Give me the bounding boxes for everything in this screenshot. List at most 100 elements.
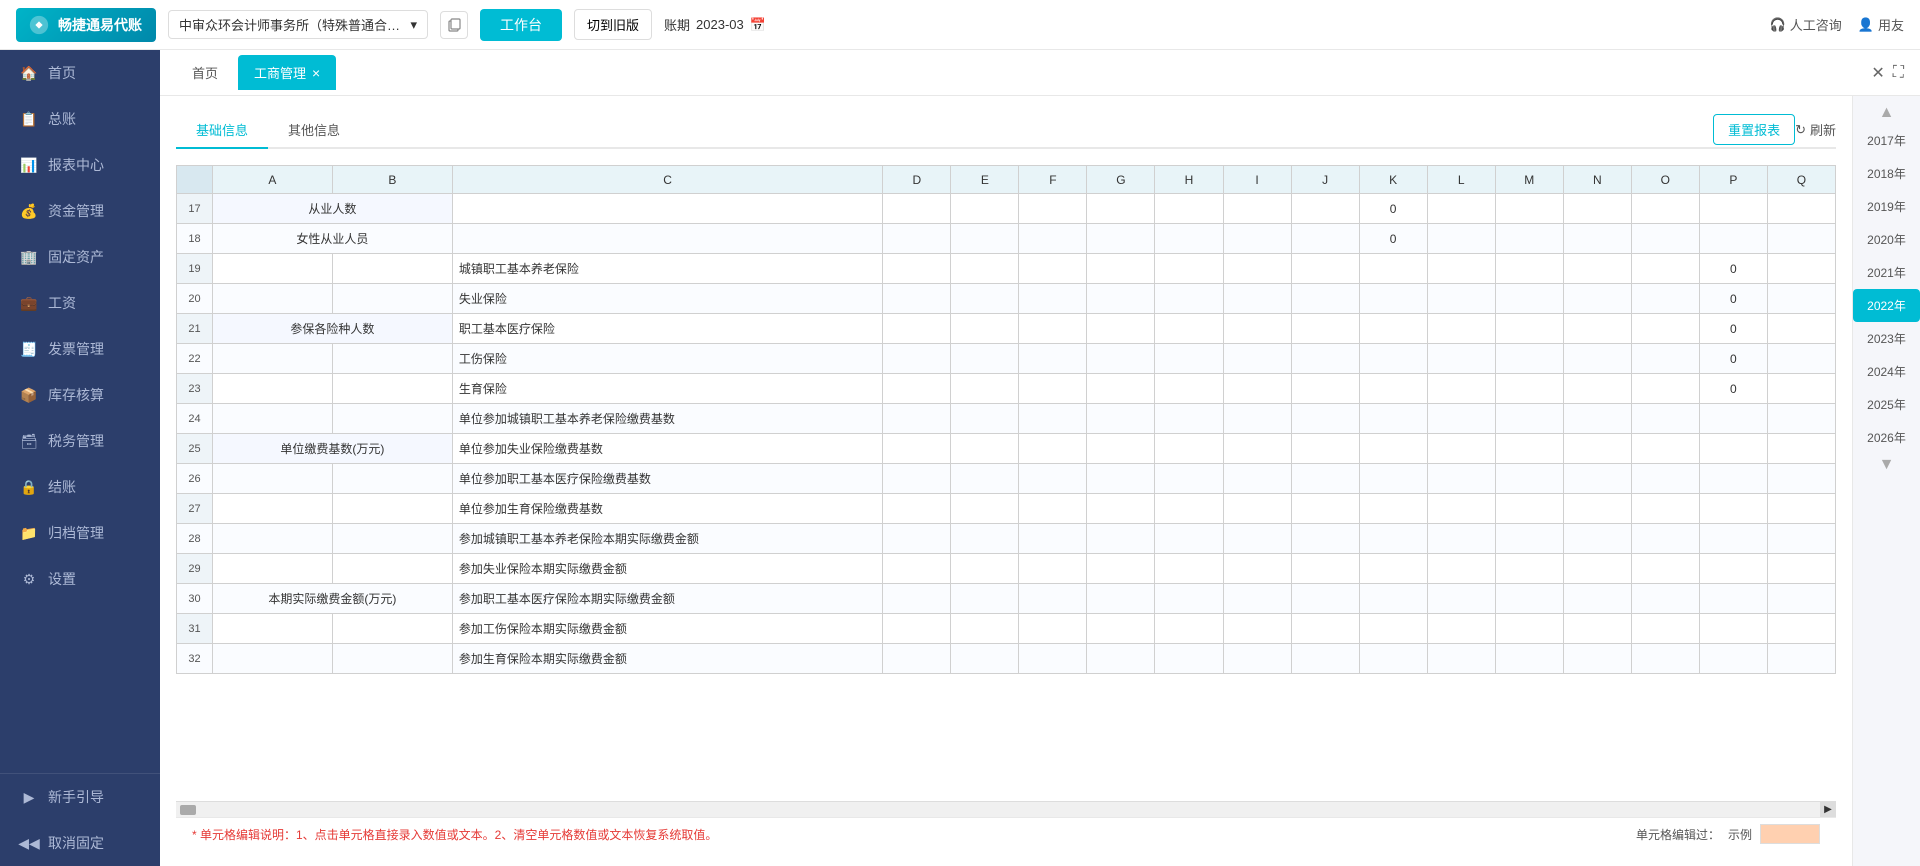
cell-31-o[interactable]: [1631, 614, 1699, 644]
cell-17-f[interactable]: [1019, 194, 1087, 224]
cell-21-i[interactable]: [1223, 314, 1291, 344]
cell-26-l[interactable]: [1427, 464, 1495, 494]
cell-17-j[interactable]: [1291, 194, 1359, 224]
cell-28-n[interactable]: [1563, 524, 1631, 554]
cell-26-n[interactable]: [1563, 464, 1631, 494]
cell-21-q[interactable]: [1767, 314, 1835, 344]
switch-version-button[interactable]: 切到旧版: [574, 9, 652, 40]
user-button[interactable]: 👤 用友: [1858, 15, 1904, 34]
cell-24-f[interactable]: [1019, 404, 1087, 434]
cell-25-l[interactable]: [1427, 434, 1495, 464]
cell-24-q[interactable]: [1767, 404, 1835, 434]
cell-18-o[interactable]: [1631, 224, 1699, 254]
cell-19-b[interactable]: [332, 254, 452, 284]
cell-31-n[interactable]: [1563, 614, 1631, 644]
cell-17-l[interactable]: [1427, 194, 1495, 224]
cell-20-l[interactable]: [1427, 284, 1495, 314]
year-item-2019[interactable]: 2019年: [1853, 190, 1920, 223]
cell-17-q[interactable]: [1767, 194, 1835, 224]
tab-action-close[interactable]: ✕: [1871, 63, 1884, 83]
cell-28-k[interactable]: [1359, 524, 1427, 554]
cell-30-e[interactable]: [951, 584, 1019, 614]
cell-31-c[interactable]: 参加工伤保险本期实际缴费金额: [452, 614, 882, 644]
cell-19-g[interactable]: [1087, 254, 1155, 284]
cell-31-p[interactable]: [1699, 614, 1767, 644]
cell-29-f[interactable]: [1019, 554, 1087, 584]
cell-20-j[interactable]: [1291, 284, 1359, 314]
cell-25-i[interactable]: [1223, 434, 1291, 464]
sidebar-item-assets[interactable]: 🏢 固定资产: [0, 234, 160, 280]
cell-21-m[interactable]: [1495, 314, 1563, 344]
cell-25-c[interactable]: 单位参加失业保险缴费基数: [452, 434, 882, 464]
cell-21-j[interactable]: [1291, 314, 1359, 344]
cell-30-g[interactable]: [1087, 584, 1155, 614]
year-item-2020[interactable]: 2020年: [1853, 223, 1920, 256]
sidebar-item-invoice[interactable]: 🧾 发票管理: [0, 326, 160, 372]
cell-32-n[interactable]: [1563, 644, 1631, 674]
cell-23-l[interactable]: [1427, 374, 1495, 404]
cell-29-k[interactable]: [1359, 554, 1427, 584]
sidebar-item-tax[interactable]: 🗃 税务管理: [0, 418, 160, 464]
cell-22-m[interactable]: [1495, 344, 1563, 374]
cell-24-a[interactable]: [213, 404, 333, 434]
cell-32-l[interactable]: [1427, 644, 1495, 674]
cell-31-e[interactable]: [951, 614, 1019, 644]
cell-24-k[interactable]: [1359, 404, 1427, 434]
cell-24-h[interactable]: [1155, 404, 1223, 434]
cell-23-n[interactable]: [1563, 374, 1631, 404]
cell-25-o[interactable]: [1631, 434, 1699, 464]
cell-25-j[interactable]: [1291, 434, 1359, 464]
cell-24-g[interactable]: [1087, 404, 1155, 434]
cell-27-l[interactable]: [1427, 494, 1495, 524]
cell-26-g[interactable]: [1087, 464, 1155, 494]
cell-23-b[interactable]: [332, 374, 452, 404]
cell-21-e[interactable]: [951, 314, 1019, 344]
cell-32-b[interactable]: [332, 644, 452, 674]
cell-25-k[interactable]: [1359, 434, 1427, 464]
cell-28-f[interactable]: [1019, 524, 1087, 554]
cell-27-f[interactable]: [1019, 494, 1087, 524]
cell-25-a[interactable]: 单位缴费基数(万元): [213, 434, 453, 464]
cell-18-g[interactable]: [1087, 224, 1155, 254]
cell-22-o[interactable]: [1631, 344, 1699, 374]
cell-20-f[interactable]: [1019, 284, 1087, 314]
cell-24-e[interactable]: [951, 404, 1019, 434]
sub-tab-other[interactable]: 其他信息: [268, 112, 360, 149]
cell-32-j[interactable]: [1291, 644, 1359, 674]
cell-22-b[interactable]: [332, 344, 452, 374]
cell-20-m[interactable]: [1495, 284, 1563, 314]
cell-28-g[interactable]: [1087, 524, 1155, 554]
cell-23-q[interactable]: [1767, 374, 1835, 404]
cell-18-m[interactable]: [1495, 224, 1563, 254]
cell-20-q[interactable]: [1767, 284, 1835, 314]
cell-17-c[interactable]: [452, 194, 882, 224]
cell-24-j[interactable]: [1291, 404, 1359, 434]
cell-25-h[interactable]: [1155, 434, 1223, 464]
cell-31-j[interactable]: [1291, 614, 1359, 644]
cell-30-a[interactable]: 本期实际缴费金额(万元): [213, 584, 453, 614]
reset-report-button[interactable]: 重置报表: [1713, 114, 1795, 145]
cell-19-i[interactable]: [1223, 254, 1291, 284]
copy-button[interactable]: [440, 11, 468, 39]
cell-22-j[interactable]: [1291, 344, 1359, 374]
cell-30-q[interactable]: [1767, 584, 1835, 614]
cell-28-l[interactable]: [1427, 524, 1495, 554]
cell-31-b[interactable]: [332, 614, 452, 644]
cell-27-q[interactable]: [1767, 494, 1835, 524]
cell-29-o[interactable]: [1631, 554, 1699, 584]
cell-31-l[interactable]: [1427, 614, 1495, 644]
cell-28-c[interactable]: 参加城镇职工基本养老保险本期实际缴费金额: [452, 524, 882, 554]
cell-21-k[interactable]: [1359, 314, 1427, 344]
year-item-2018[interactable]: 2018年: [1853, 157, 1920, 190]
cell-31-f[interactable]: [1019, 614, 1087, 644]
cell-23-m[interactable]: [1495, 374, 1563, 404]
cell-21-g[interactable]: [1087, 314, 1155, 344]
cell-26-h[interactable]: [1155, 464, 1223, 494]
cell-24-p[interactable]: [1699, 404, 1767, 434]
cell-28-m[interactable]: [1495, 524, 1563, 554]
cell-22-h[interactable]: [1155, 344, 1223, 374]
cell-18-f[interactable]: [1019, 224, 1087, 254]
year-item-2022[interactable]: 2022年: [1853, 289, 1920, 322]
cell-25-g[interactable]: [1087, 434, 1155, 464]
cell-22-f[interactable]: [1019, 344, 1087, 374]
